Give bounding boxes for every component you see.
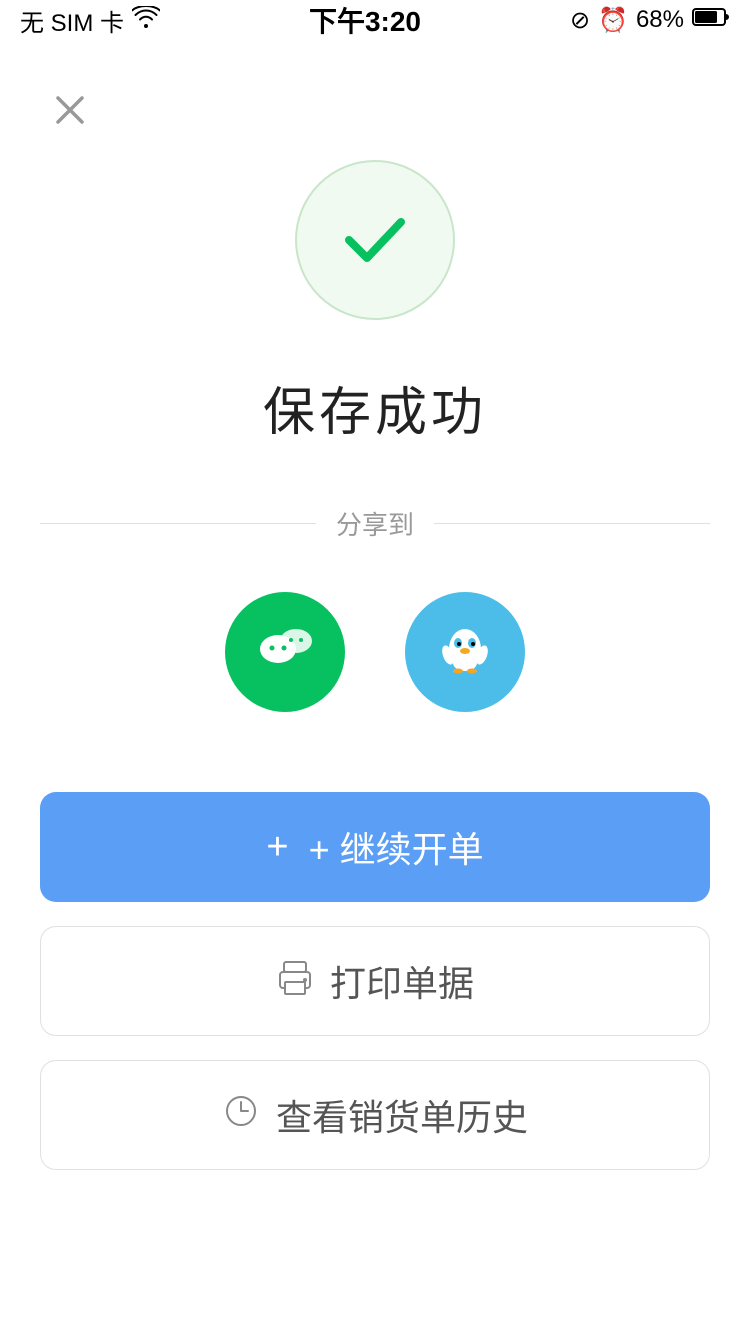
status-left: 无 SIM 卡: [20, 3, 160, 38]
share-icons-container: [225, 592, 525, 712]
time-display: 下午3:20: [309, 0, 421, 40]
continue-order-label: + 继续开单: [309, 821, 484, 873]
wifi-icon: [132, 6, 160, 35]
continue-order-button[interactable]: + + 继续开单: [40, 792, 710, 902]
location-icon: ⊘: [570, 6, 590, 35]
sim-status: 无 SIM 卡: [20, 3, 124, 38]
alarm-icon: ⏰: [598, 6, 628, 35]
plus-icon: +: [266, 826, 288, 869]
divider-right: [434, 523, 710, 524]
qq-share-button[interactable]: [405, 592, 525, 712]
success-title: 保存成功: [263, 370, 487, 445]
print-label: 打印单据: [330, 955, 474, 1007]
wechat-share-button[interactable]: [225, 592, 345, 712]
status-bar: 无 SIM 卡 下午3:20 ⊘ ⏰ 68%: [0, 0, 750, 40]
divider-left: [40, 523, 316, 524]
history-icon: [222, 1092, 260, 1139]
battery-icon: [692, 6, 730, 34]
history-button[interactable]: 查看销货单历史: [40, 1060, 710, 1170]
checkmark-icon: [335, 200, 415, 280]
success-indicator: [295, 160, 455, 320]
wechat-icon: [250, 617, 320, 687]
close-icon: [52, 92, 88, 128]
share-label: 分享到: [336, 505, 414, 542]
status-right: ⊘ ⏰ 68%: [570, 6, 730, 35]
qq-icon: [430, 617, 500, 687]
share-divider: 分享到: [40, 505, 710, 542]
print-button[interactable]: 打印单据: [40, 926, 710, 1036]
battery-level: 68%: [636, 6, 684, 34]
close-button[interactable]: [40, 80, 100, 140]
history-label: 查看销货单历史: [276, 1089, 528, 1141]
main-content: 保存成功 分享到: [0, 40, 750, 1334]
printer-icon: [276, 958, 314, 1005]
action-buttons: + + 继续开单 打印单据 查看销货单历史: [40, 792, 710, 1170]
